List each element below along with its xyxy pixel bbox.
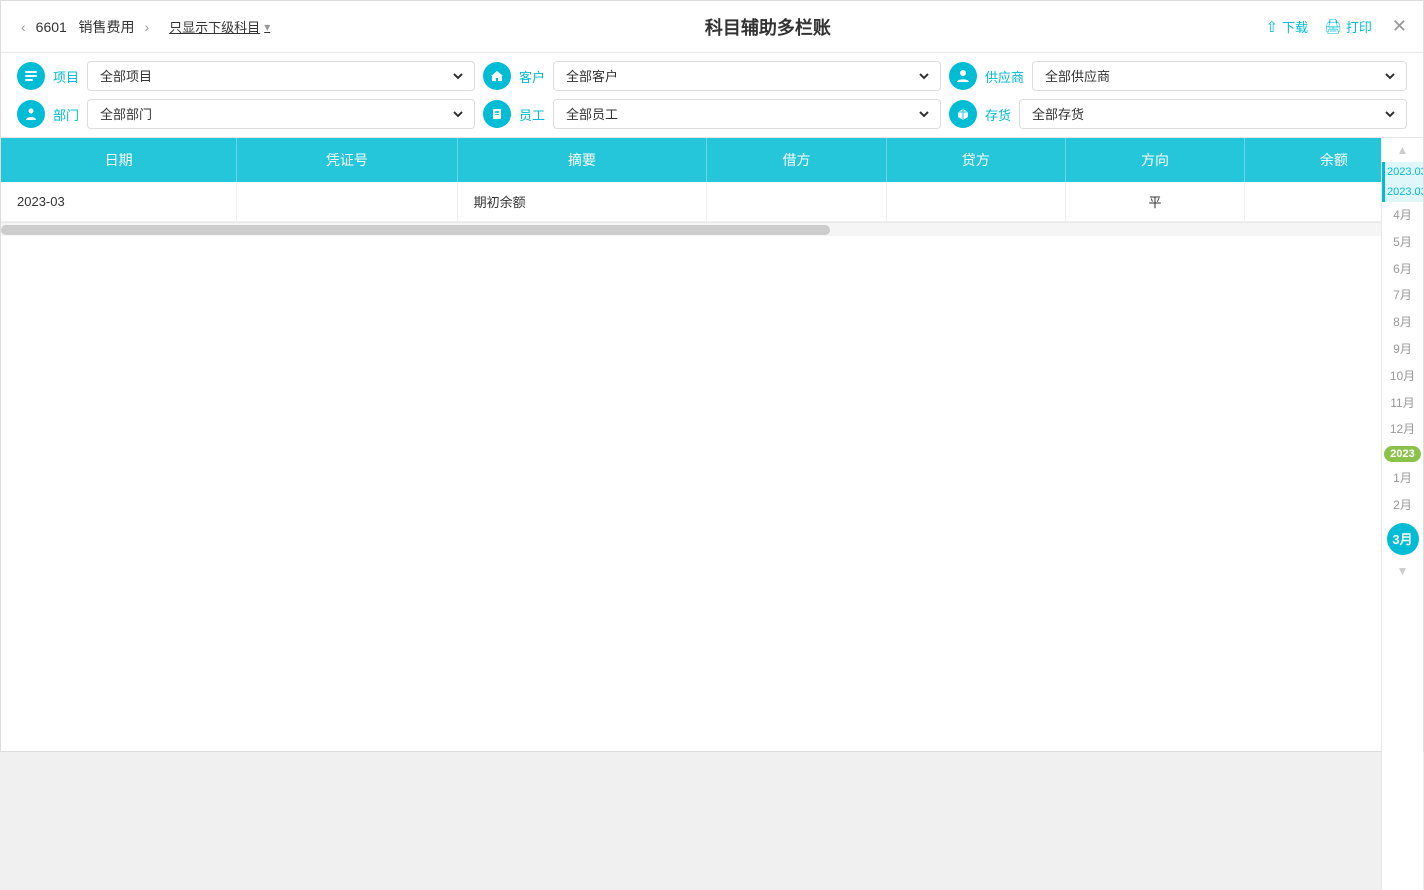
employee-select[interactable]: 全部员工 [562,106,932,123]
download-btn[interactable]: ⇧ 下载 [1266,17,1309,36]
customer-select[interactable]: 全部客户 [562,68,932,85]
timeline-item-2023-03-top[interactable]: 2023.03 [1382,162,1423,182]
timeline-item-8[interactable]: 8月 [1382,309,1423,336]
close-btn[interactable]: ✕ [1392,16,1407,37]
department-label: 部门 [53,105,79,124]
filter-row-department: 部门 全部部门 [17,99,475,129]
download-icon: ⇧ [1266,18,1279,36]
col-date: 日期 [1,138,237,182]
employee-select-wrapper[interactable]: 全部员工 [553,99,941,129]
cell-credit [886,182,1065,222]
project-label: 项目 [53,67,79,86]
employee-label: 员工 [519,105,545,124]
employee-icon [483,100,511,128]
department-icon [17,100,45,128]
toolbar-actions: ⇧ 下载 🖨 打印 [1266,17,1372,36]
supplier-select[interactable]: 全部供应商 [1041,68,1398,85]
table-header: 日期 凭证号 摘要 借方 贷方 方向 余额 [1,138,1423,182]
col-credit: 贷方 [886,138,1065,182]
timeline-item-3-active[interactable]: 3月 [1387,523,1419,555]
timeline-item-5[interactable]: 5月 [1382,229,1423,256]
cell-summary: 期初余额 [457,182,707,222]
timeline-item-7[interactable]: 7月 [1382,282,1423,309]
timeline-item-6[interactable]: 6月 [1382,256,1423,283]
timeline-item-11[interactable]: 11月 [1382,390,1423,417]
timeline-item-2023-03-bottom[interactable]: 2023.03 [1382,182,1423,202]
account-code: 6601 销售费用 [36,17,135,37]
supplier-select-wrapper[interactable]: 全部供应商 [1032,61,1407,91]
inventory-icon [949,100,977,128]
inventory-select[interactable]: 全部存货 [1028,106,1398,123]
table-area: 日期 凭证号 摘要 借方 贷方 方向 余额 2023-03 [1,138,1423,236]
prev-account-btn[interactable]: ‹ [17,17,30,37]
col-debit: 借方 [707,138,886,182]
inventory-label: 存货 [985,105,1011,124]
cell-voucher [237,182,457,222]
cell-debit [707,182,886,222]
filter-row-employee: 员工 全部员工 [483,99,941,129]
timeline-item-10[interactable]: 10月 [1382,363,1423,390]
timeline-sidebar: ▲ 2023.03 2023.03 4月 5月 6月 7月 8月 9月 10月 … [1381,138,1423,890]
filter-area: 项目 全部项目 客户 全部客户 [1,53,1423,138]
timeline-down-btn[interactable]: ▼ [1382,559,1423,583]
col-voucher: 凭证号 [237,138,457,182]
col-direction: 方向 [1065,138,1244,182]
timeline-year-2023[interactable]: 2023 [1384,446,1420,462]
horizontal-scrollbar[interactable] [1,222,1383,236]
filter-row-inventory: 存货 全部存货 [949,99,1407,129]
data-table: 日期 凭证号 摘要 借方 贷方 方向 余额 2023-03 [1,138,1423,222]
filter-row-supplier: 供应商 全部供应商 [949,61,1407,91]
content-area: 日期 凭证号 摘要 借方 贷方 方向 余额 2023-03 [1,138,1423,236]
customer-label: 客户 [519,67,545,86]
cell-direction: 平 [1065,182,1244,222]
project-select-wrapper[interactable]: 全部项目 [87,61,475,91]
print-icon: 🖨 [1324,18,1342,35]
filter-row-customer: 客户 全部客户 [483,61,941,91]
table-row: 2023-03 期初余额 平 [1,182,1423,222]
project-select[interactable]: 全部项目 [96,68,466,85]
timeline-item-2[interactable]: 2月 [1382,492,1423,519]
department-select[interactable]: 全部部门 [96,106,466,123]
print-btn[interactable]: 🖨 打印 [1324,17,1372,36]
page-title: 科目辅助多栏账 [270,14,1265,40]
scrollbar-thumb[interactable] [1,225,830,235]
col-summary: 摘要 [457,138,707,182]
show-sub-btn[interactable]: 只显示下级科目 [169,17,270,36]
customer-select-wrapper[interactable]: 全部客户 [553,61,941,91]
customer-icon [483,62,511,90]
department-select-wrapper[interactable]: 全部部门 [87,99,475,129]
header-bar: ‹ 6601 销售费用 › 只显示下级科目 科目辅助多栏账 ⇧ 下载 🖨 打印 … [1,1,1423,53]
timeline-item-1[interactable]: 1月 [1382,465,1423,492]
timeline-item-9[interactable]: 9月 [1382,336,1423,363]
project-icon [17,62,45,90]
supplier-label: 供应商 [985,67,1024,86]
cell-date: 2023-03 [1,182,237,222]
main-container: ‹ 6601 销售费用 › 只显示下级科目 科目辅助多栏账 ⇧ 下载 🖨 打印 … [0,0,1424,752]
timeline-item-4[interactable]: 4月 [1382,202,1423,229]
timeline-up-btn[interactable]: ▲ [1382,138,1423,162]
filter-row-project: 项目 全部项目 [17,61,475,91]
table-body: 2023-03 期初余额 平 [1,182,1423,222]
timeline-item-12[interactable]: 12月 [1382,416,1423,443]
next-account-btn[interactable]: › [141,17,154,37]
inventory-select-wrapper[interactable]: 全部存货 [1019,99,1407,129]
supplier-icon [949,62,977,90]
table-scroll-area[interactable]: 日期 凭证号 摘要 借方 贷方 方向 余额 2023-03 [1,138,1423,222]
